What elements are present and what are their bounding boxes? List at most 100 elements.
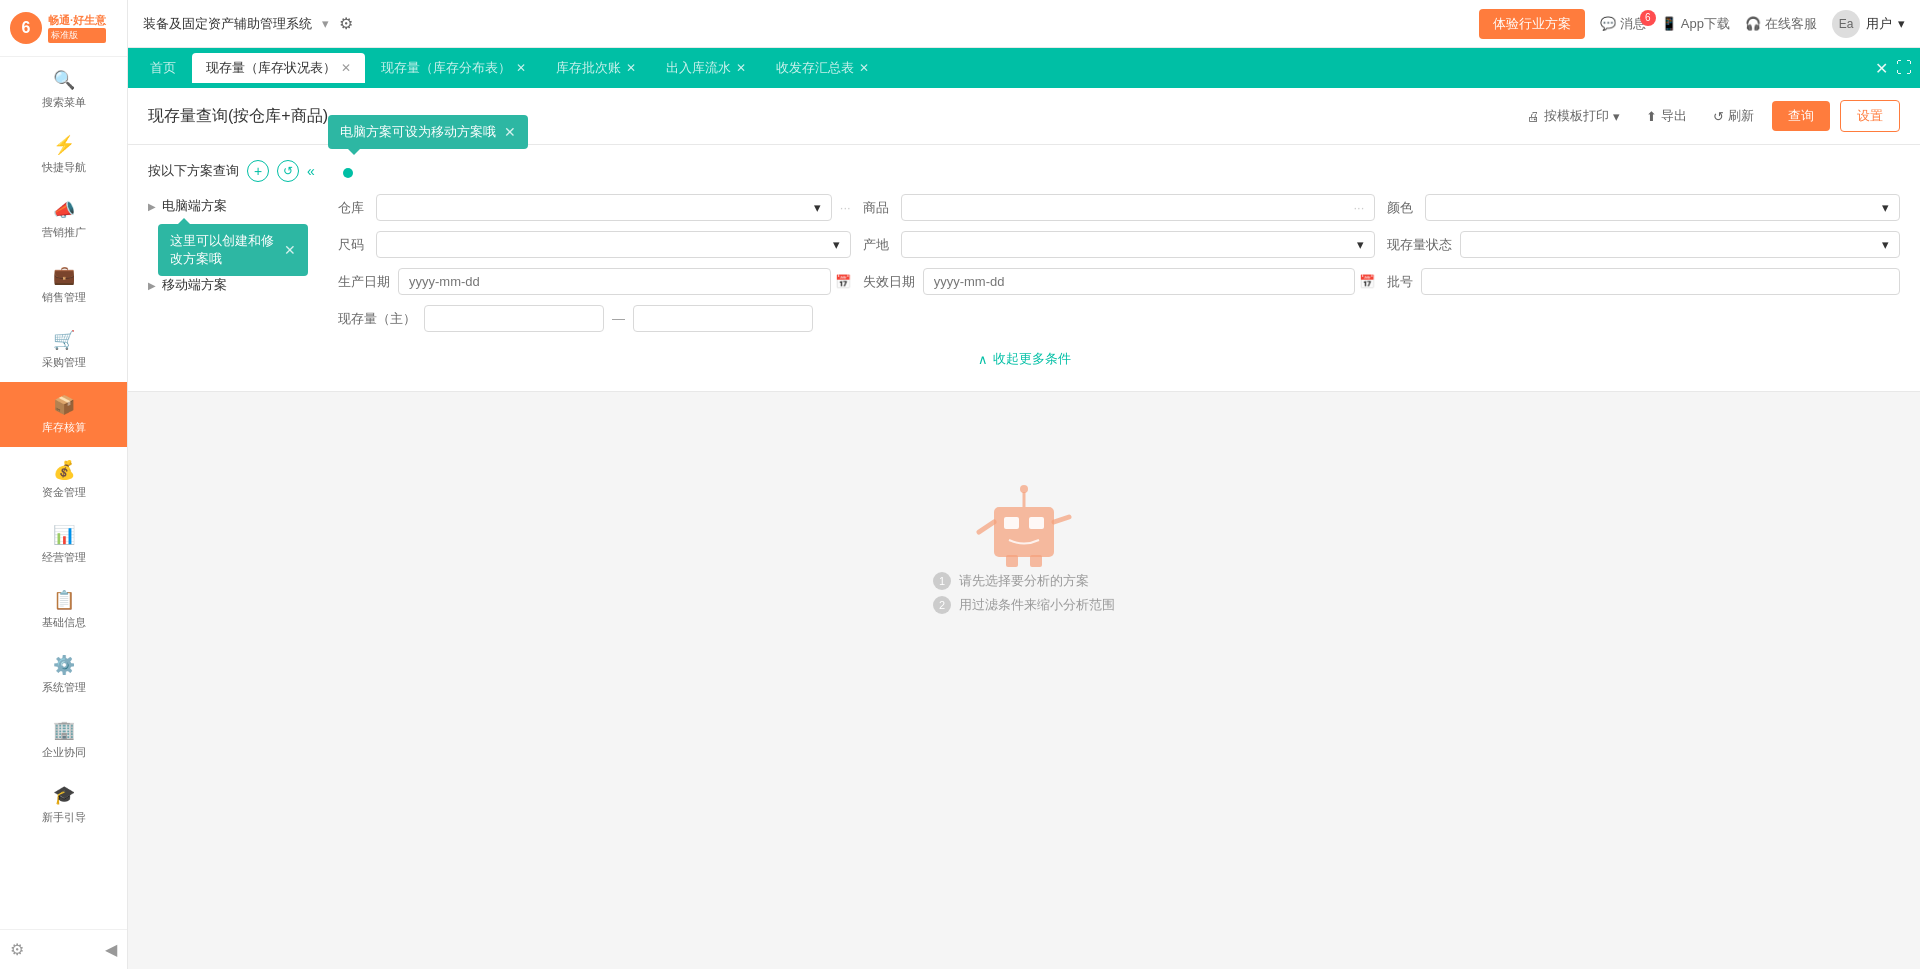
svg-rect-1 (1004, 517, 1019, 529)
status-select[interactable]: ▾ (1460, 231, 1900, 258)
topbar-dropdown-icon[interactable]: ▾ (322, 16, 329, 31)
main-area: 装备及固定资产辅助管理系统 ▾ ⚙ 体验行业方案 💬 消息 6 📱 App下载 … (128, 0, 1920, 969)
tabbar: 首页 现存量（库存状况表） ✕ 现存量（库存分布表） ✕ 库存批次账 ✕ 出入库… (128, 48, 1920, 88)
tab-inventory-status[interactable]: 现存量（库存状况表） ✕ (192, 53, 365, 83)
scheme-item-mobile[interactable]: ▶ 移动端方案 (148, 273, 308, 297)
sidebar-item-finance[interactable]: 💰 资金管理 (0, 447, 127, 512)
chevron-up-icon: ∧ (978, 352, 988, 367)
produce-date-range: 📅 (398, 268, 851, 295)
tab-home[interactable]: 首页 (136, 53, 190, 83)
settings-button[interactable]: 设置 (1840, 100, 1900, 132)
sidebar-footer: ⚙ ◀ (0, 929, 127, 969)
tab-fullscreen-icon[interactable]: ⛶ (1896, 59, 1912, 77)
inventory-qty-to[interactable] (633, 305, 813, 332)
goods-select-dots: ··· (1353, 200, 1364, 215)
tooltip1-close[interactable]: ✕ (504, 124, 516, 140)
search-menu-icon: 🔍 (53, 69, 75, 91)
tab-close-in-out-flow[interactable]: ✕ (736, 61, 746, 75)
refresh-icon: ↺ (1713, 109, 1724, 124)
online-support-action[interactable]: 🎧 在线客服 (1745, 15, 1817, 33)
origin-select[interactable]: ▾ (901, 231, 1376, 258)
finance-icon: 💰 (53, 459, 75, 481)
scheme-item-pc[interactable]: ▶ 电脑端方案 (148, 194, 308, 218)
sidebar-item-guide[interactable]: 🎓 新手引导 (0, 772, 127, 837)
expire-date-from[interactable] (923, 268, 1356, 295)
tab-close-receive-send[interactable]: ✕ (859, 61, 869, 75)
produce-date-from[interactable] (398, 268, 831, 295)
topbar-actions: 体验行业方案 💬 消息 6 📱 App下载 🎧 在线客服 Ea 用户 ▾ (1479, 9, 1905, 39)
tab-close-inventory-status[interactable]: ✕ (341, 61, 351, 75)
sidebar-item-inventory[interactable]: 📦 库存核算 (0, 382, 127, 447)
operations-icon: 📊 (53, 524, 75, 546)
filter-cell-expire-date: 失效日期 📅 (863, 268, 1376, 295)
print-icon: 🖨 (1527, 109, 1540, 124)
scheme-list-container: ▶ 电脑端方案 这里可以创建和修改方案哦 ✕ ▶ 移动端方案 (148, 194, 308, 342)
size-select[interactable]: ▾ (376, 231, 851, 258)
sidebar-settings-icon[interactable]: ⚙ (10, 940, 24, 959)
scheme-item-mobile-container: ▶ 移动端方案 (148, 273, 308, 297)
user-avatar: Ea (1832, 10, 1860, 38)
tab-receive-send[interactable]: 收发存汇总表 ✕ (762, 53, 883, 83)
sidebar-item-system[interactable]: ⚙️ 系统管理 (0, 642, 127, 707)
filter-add-button[interactable]: + (247, 160, 269, 182)
sidebar-item-marketing[interactable]: 📣 营销推广 (0, 187, 127, 252)
sidebar-item-search-menu[interactable]: 🔍 搜索菜单 (0, 57, 127, 122)
print-button[interactable]: 🖨 按模板打印 ▾ (1519, 103, 1628, 129)
color-select[interactable]: ▾ (1425, 194, 1900, 221)
empty-illustration (974, 472, 1074, 572)
tab-close-inventory-dist[interactable]: ✕ (516, 61, 526, 75)
collapse-button[interactable]: ∧ 收起更多条件 (148, 342, 1900, 376)
sidebar-collapse-icon[interactable]: ◀ (105, 940, 117, 959)
sidebar-item-quick-nav[interactable]: ⚡ 快捷导航 (0, 122, 127, 187)
query-button[interactable]: 查询 (1772, 101, 1830, 131)
step-1-num: 1 (933, 572, 951, 590)
batch-input[interactable] (1421, 268, 1900, 295)
tab-in-out-flow[interactable]: 出入库流水 ✕ (652, 53, 760, 83)
tabbar-right: ✕ ⛶ (1875, 59, 1912, 78)
sidebar-item-sales[interactable]: 💼 销售管理 (0, 252, 127, 317)
tab-close-all-icon[interactable]: ✕ (1875, 59, 1888, 78)
expire-date-range: 📅 (923, 268, 1376, 295)
warehouse-dots[interactable]: ··· (840, 200, 851, 215)
logo-text: 畅通·好生意 标准版 (48, 13, 106, 43)
svg-line-4 (1054, 517, 1069, 522)
svg-rect-2 (1029, 517, 1044, 529)
add-tooltip: 电脑方案可设为移动方案哦 ✕ (328, 115, 528, 149)
svg-point-6 (1020, 485, 1028, 493)
color-select-chevron: ▾ (1882, 200, 1889, 215)
filter-cell-produce-date: 生产日期 📅 (338, 268, 851, 295)
filter-cell-status: 现存量状态 ▾ (1387, 231, 1900, 258)
tab-close-batch-account[interactable]: ✕ (626, 61, 636, 75)
user-area[interactable]: Ea 用户 ▾ (1832, 10, 1905, 38)
trial-button[interactable]: 体验行业方案 (1479, 9, 1585, 39)
export-button[interactable]: ⬆ 导出 (1638, 103, 1695, 129)
edit-tooltip: 这里可以创建和修改方案哦 ✕ (158, 224, 308, 276)
sidebar-item-enterprise[interactable]: 🏢 企业协同 (0, 707, 127, 772)
warehouse-select[interactable]: ▾ (376, 194, 832, 221)
quick-nav-icon: ⚡ (53, 134, 75, 156)
system-name: 装备及固定资产辅助管理系统 (143, 15, 312, 33)
sidebar-item-purchase[interactable]: 🛒 采购管理 (0, 317, 127, 382)
sidebar-item-operations[interactable]: 📊 经营管理 (0, 512, 127, 577)
svg-rect-8 (1030, 555, 1042, 567)
goods-select[interactable]: ··· (901, 194, 1376, 221)
topbar-settings-icon[interactable]: ⚙ (339, 14, 353, 33)
refresh-button[interactable]: ↺ 刷新 (1705, 103, 1762, 129)
sidebar-item-basic-info[interactable]: 📋 基础信息 (0, 577, 127, 642)
filter-area: 按以下方案查询 + ↺ « 电脑方案可设为移动方案哦 ✕ ▶ (128, 145, 1920, 392)
produce-date-calendar-icon[interactable]: 📅 (835, 274, 851, 289)
filter-refresh-button[interactable]: ↺ (277, 160, 299, 182)
expire-date-calendar-icon[interactable]: 📅 (1359, 274, 1375, 289)
phone-icon: 📱 (1661, 16, 1677, 31)
tooltip2-close[interactable]: ✕ (284, 242, 296, 258)
filter-back-button[interactable]: « (307, 163, 315, 179)
system-icon: ⚙️ (53, 654, 75, 676)
inventory-qty-from[interactable] (424, 305, 604, 332)
export-icon: ⬆ (1646, 109, 1657, 124)
app-download-action[interactable]: 📱 App下载 (1661, 15, 1730, 33)
tab-inventory-dist[interactable]: 现存量（库存分布表） ✕ (367, 53, 540, 83)
message-action[interactable]: 💬 消息 6 (1600, 15, 1646, 33)
tab-batch-account[interactable]: 库存批次账 ✕ (542, 53, 650, 83)
purchase-icon: 🛒 (53, 329, 75, 351)
filter-cell-size: 尺码 ▾ (338, 231, 851, 258)
